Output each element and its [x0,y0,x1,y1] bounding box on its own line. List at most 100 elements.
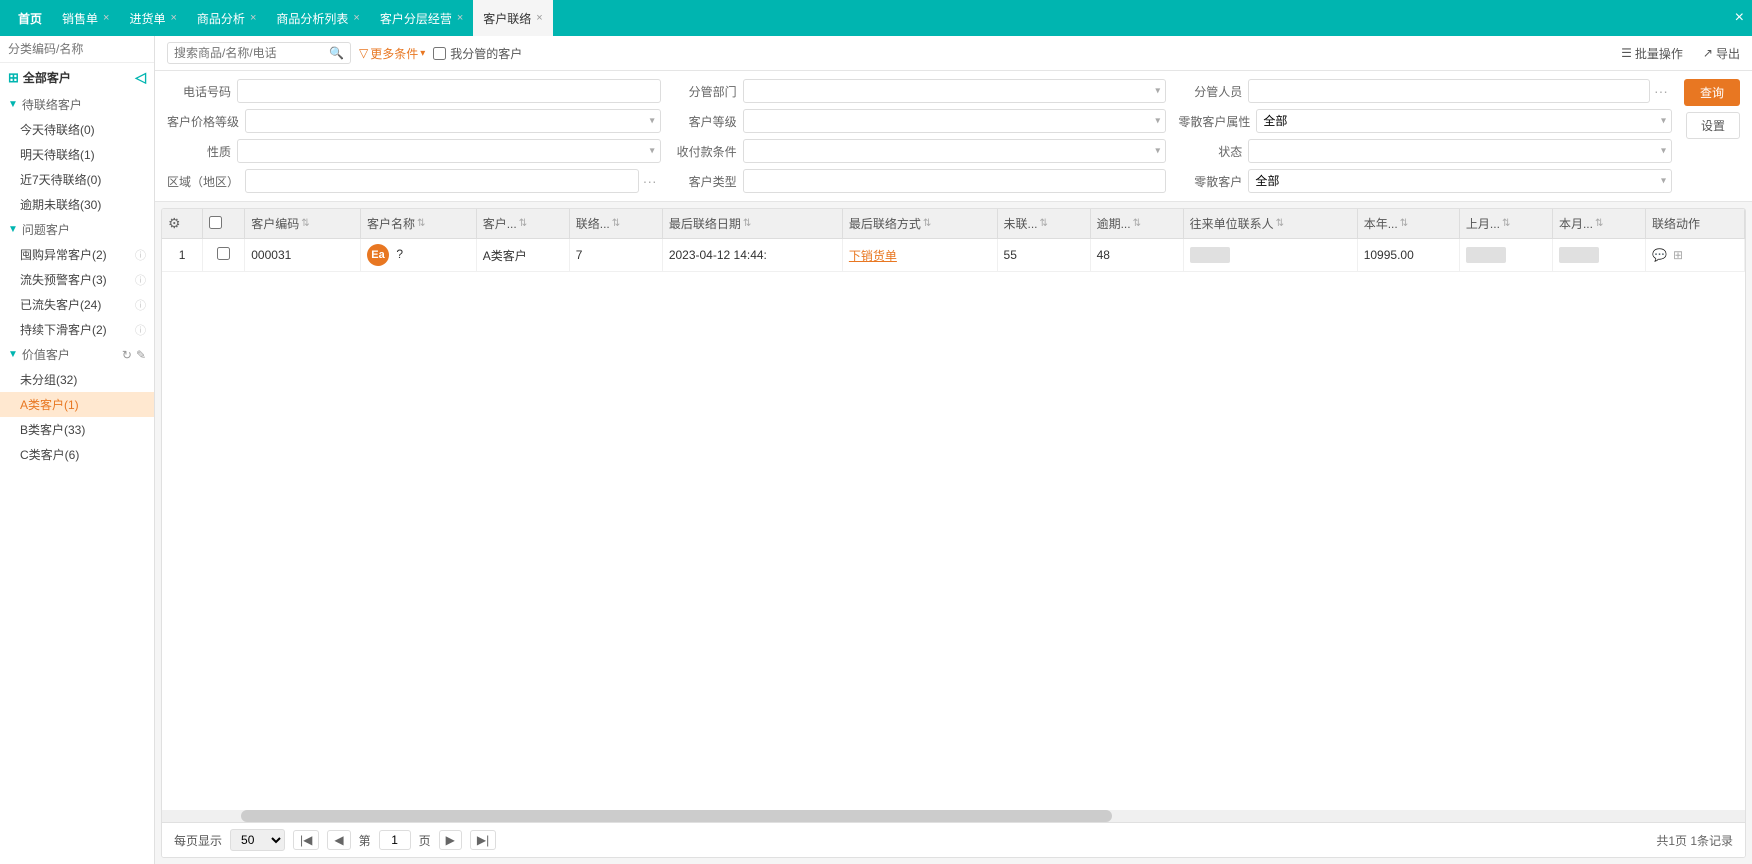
sidebar-section-pending[interactable]: ▼ 待联络客户 [0,92,154,117]
sidebar-item-ungrouped[interactable]: 未分组(32) [0,367,154,392]
last-page-btn[interactable]: ▶| [470,830,496,850]
window-close-button[interactable]: × [1735,9,1744,27]
nav-tab-analysis-list[interactable]: 商品分析列表 × [266,0,369,36]
triangle-icon: ▼ [8,99,18,110]
retail-customer-select[interactable]: 全部 [1248,169,1672,193]
nav-tab-sales[interactable]: 销售单 × [52,0,119,36]
row-last-method[interactable]: 下销货单 [842,239,997,272]
search-box: 🔍 [167,42,351,64]
sidebar-item-declining[interactable]: 持续下滑客户(2) ⓘ [0,317,154,342]
manager-input[interactable] [1248,79,1650,103]
close-icon[interactable]: × [103,12,109,24]
sidebar-item-b-class[interactable]: B类客户(33) [0,417,154,442]
sidebar-collapse-icon[interactable]: ◁ [135,69,146,86]
row-uncontact: 55 [997,239,1090,272]
col-overdue: 逾期...⇅ [1090,209,1183,239]
sidebar-search-input[interactable] [8,42,155,56]
sidebar-item-lost-warning[interactable]: 流失预警客户(3) ⓘ [0,267,154,292]
phone-input[interactable] [237,79,661,103]
close-icon[interactable]: × [353,12,359,24]
row-checkbox[interactable] [217,247,230,260]
sidebar-all-customers[interactable]: ⊞ 全部客户 ◁ [0,63,154,92]
nav-tab-customer-contact[interactable]: 客户联络 × [473,0,552,36]
filter-icon: ▽ [359,46,368,60]
customer-type-input[interactable] [743,169,1167,193]
sort-icon[interactable]: ⇅ [923,218,931,229]
close-icon[interactable]: × [457,12,463,24]
dots-icon[interactable]: ··· [1650,83,1672,99]
info-icon: ⓘ [135,297,146,313]
region-input[interactable] [245,169,639,193]
nav-tab-analysis[interactable]: 商品分析 × [187,0,266,36]
sidebar-item-7days[interactable]: 近7天待联络(0) [0,167,154,192]
status-label: 状态 [1178,143,1248,160]
edit-icon[interactable]: ✎ [136,348,146,362]
sort-icon[interactable]: ⇅ [1276,218,1284,229]
sort-icon[interactable]: ⇅ [1595,218,1603,229]
per-page-select[interactable]: 50 20 100 [230,829,285,851]
sort-icon[interactable]: ⇅ [743,218,751,229]
dept-select[interactable] [743,79,1167,103]
sort-icon[interactable]: ⇅ [1400,218,1408,229]
page-input[interactable] [379,830,411,850]
next-page-btn[interactable]: ▶ [439,830,462,850]
sidebar-item-tomorrow[interactable]: 明天待联络(1) [0,142,154,167]
sidebar-section-value[interactable]: ▼ 价值客户 ↻ ✎ [0,342,154,367]
col-gear[interactable]: ⚙ [162,209,203,239]
sort-icon[interactable]: ⇅ [1040,218,1048,229]
nav-tab-customer-segment[interactable]: 客户分层经营 × [370,0,473,36]
prev-page-btn[interactable]: ◀ [327,830,350,850]
my-customers-check[interactable] [433,47,446,60]
payment-select[interactable] [743,139,1167,163]
sort-icon[interactable]: ⇅ [519,218,527,229]
data-table-area: ⚙ 客户编码⇅ 客户名称⇅ 客户...⇅ 联络...⇅ 最后联络日期⇅ 最后联络… [161,208,1746,858]
settings-button[interactable]: 设置 [1686,112,1740,139]
query-button[interactable]: 查询 [1684,79,1740,106]
sidebar-section-problem[interactable]: ▼ 问题客户 [0,217,154,242]
row-unit-contact [1183,239,1357,272]
sidebar-item-a-class[interactable]: A类客户(1) [0,392,154,417]
sidebar-item-abnormal[interactable]: 囤购异常客户(2) ⓘ [0,242,154,267]
batch-icon: ☰ [1621,46,1632,60]
sidebar-item-overdue[interactable]: 逾期未联络(30) [0,192,154,217]
scrollbar-thumb[interactable] [241,810,1112,822]
refresh-icon[interactable]: ↻ [122,348,132,362]
sort-icon[interactable]: ⇅ [301,218,309,229]
filter-row-1: 电话号码 分管部门 ▾ 分管人员 [167,79,1672,103]
customer-level-select[interactable] [743,109,1167,133]
nature-select[interactable] [237,139,661,163]
sidebar-item-today[interactable]: 今天待联络(0) [0,117,154,142]
select-all-checkbox[interactable] [209,216,222,229]
horizontal-scrollbar[interactable] [162,810,1745,822]
close-icon[interactable]: × [170,12,176,24]
sidebar-item-c-class[interactable]: C类客户(6) [0,442,154,467]
retail-attr-select[interactable]: 全部 [1256,109,1672,133]
sort-icon[interactable]: ⇅ [417,218,425,229]
sort-icon[interactable]: ⇅ [612,218,620,229]
main-search-input[interactable] [174,46,329,60]
qrcode-icon[interactable]: ⊞ [1673,248,1683,262]
sidebar-item-lost[interactable]: 已流失客户(24) ⓘ [0,292,154,317]
export-button[interactable]: ↗ 导出 [1703,45,1740,62]
close-icon[interactable]: × [250,12,256,24]
close-icon[interactable]: × [536,12,542,24]
advanced-filter: 电话号码 分管部门 ▾ 分管人员 [155,71,1752,202]
search-icon[interactable]: 🔍 [329,46,344,60]
info-icon: ⓘ [135,272,146,288]
row-action: 💬 ⊞ [1646,239,1745,272]
sort-icon[interactable]: ⇅ [1502,218,1510,229]
more-conditions-btn[interactable]: ▽ 更多条件 ▾ [359,45,425,62]
my-customers-checkbox[interactable]: 我分管的客户 [433,45,522,62]
batch-op-button[interactable]: ☰ 批量操作 [1621,45,1683,62]
dots-icon[interactable]: ··· [639,173,661,189]
row-code: 000031 [245,239,361,272]
main-layout: 🔍 ⊞ 全部客户 ◁ ▼ 待联络客户 今天待联络(0) 明天待联络(1) 近7天… [0,36,1752,864]
triangle-icon: ▼ [8,349,18,360]
chat-icon[interactable]: 💬 [1652,248,1667,262]
price-level-select[interactable] [245,109,661,133]
nav-home[interactable]: 首页 [8,0,52,36]
nav-tab-purchase[interactable]: 进货单 × [119,0,186,36]
first-page-btn[interactable]: |◀ [293,830,319,850]
status-select[interactable] [1248,139,1672,163]
sort-icon[interactable]: ⇅ [1133,218,1141,229]
